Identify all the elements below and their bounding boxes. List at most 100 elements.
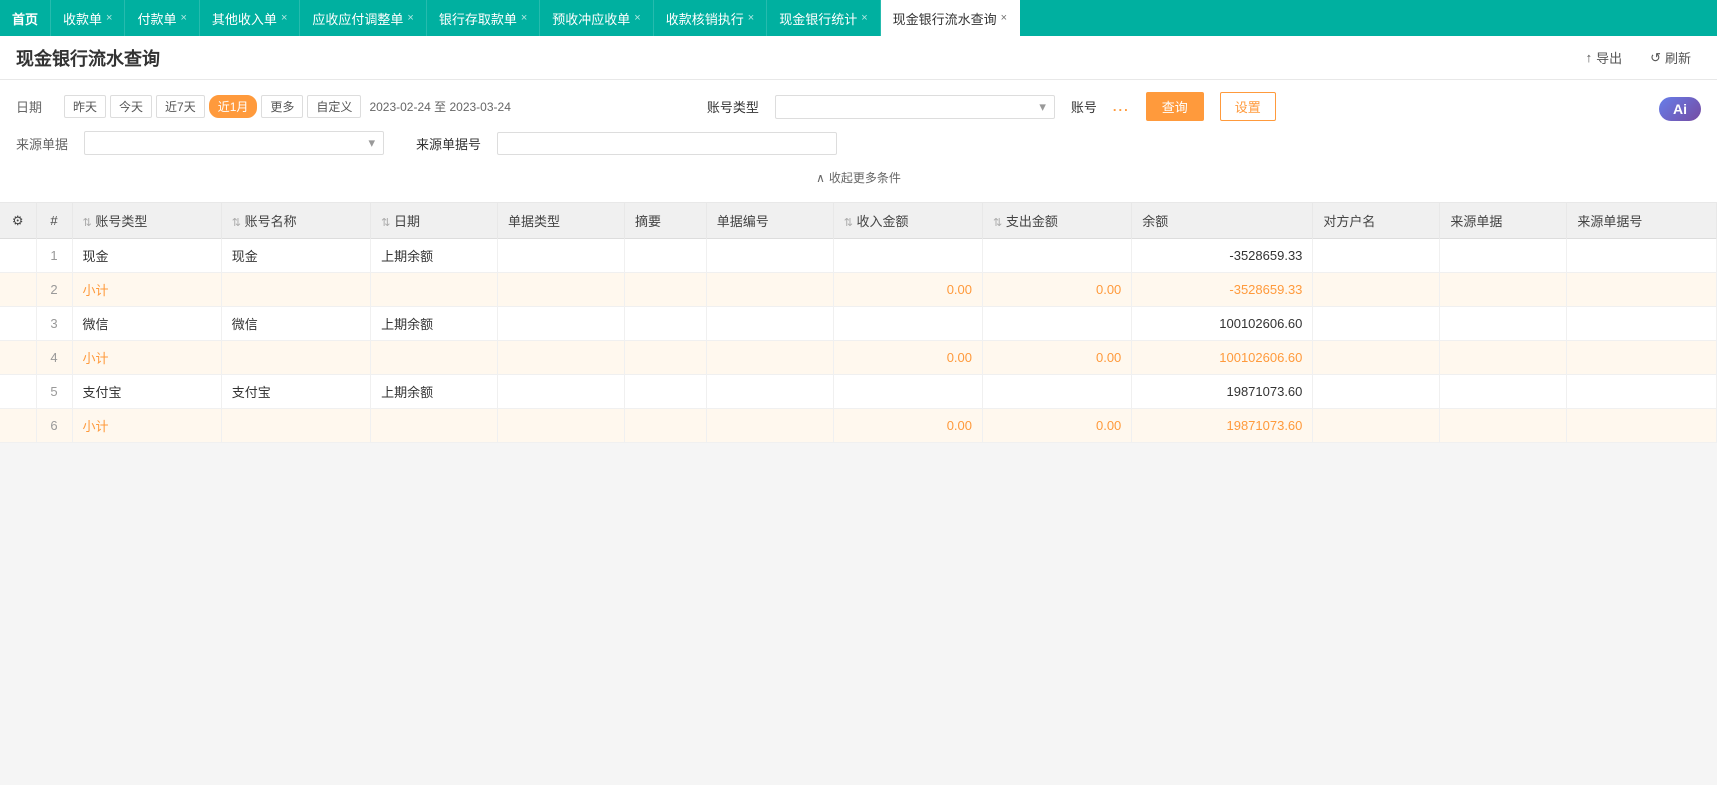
nav-item-home[interactable]: 首页 <box>0 0 51 36</box>
nav-label-cash-bank-flow: 现金银行流水查询 <box>893 9 997 28</box>
cell-source-doc <box>1440 307 1567 341</box>
cell-source-doc <box>1440 273 1567 307</box>
ai-badge[interactable]: Ai <box>1659 97 1701 121</box>
export-icon: ↑ <box>1586 50 1593 65</box>
cell-source-doc-no <box>1567 273 1717 307</box>
cell-source-doc <box>1440 409 1567 443</box>
nav-label-receipt-verify: 收款核销执行 <box>666 9 744 28</box>
column-account-type[interactable]: ⇅ 账号类型 <box>72 203 221 239</box>
cell-date <box>371 409 498 443</box>
source-doc-no-input[interactable] <box>497 132 837 155</box>
cell-doc-no <box>706 409 833 443</box>
cell-doc-type <box>498 375 625 409</box>
date-btn-yesterday[interactable]: 昨天 <box>64 95 106 118</box>
settings-button[interactable]: 设置 <box>1220 92 1276 121</box>
nav-item-receipt[interactable]: 收款单 × <box>51 0 125 36</box>
cell-expense: 0.00 <box>983 341 1132 375</box>
col-label-balance: 余额 <box>1142 214 1168 229</box>
top-nav: 首页 收款单 × 付款单 × 其他收入单 × 应收应付调整单 × 银行存取款单 … <box>0 0 1717 36</box>
cell-source-doc-no <box>1567 307 1717 341</box>
refresh-icon: ↺ <box>1650 50 1661 66</box>
cell-account-name <box>221 273 370 307</box>
close-icon-payment[interactable]: × <box>180 12 186 24</box>
date-btn-custom[interactable]: 自定义 <box>307 95 361 118</box>
cell-balance: 100102606.60 <box>1132 307 1313 341</box>
date-btn-today[interactable]: 今天 <box>110 95 152 118</box>
table-row: 4小计0.000.00100102606.60 <box>0 341 1717 375</box>
nav-item-cash-bank-flow[interactable]: 现金银行流水查询 × <box>881 0 1020 36</box>
cell-counterpart <box>1313 341 1440 375</box>
column-index: # <box>36 203 72 239</box>
col-label-date: 日期 <box>394 214 420 229</box>
nav-label-bank-deposit: 银行存取款单 <box>439 9 517 28</box>
export-button[interactable]: ↑ 导出 <box>1576 44 1633 71</box>
date-btn-7days[interactable]: 近7天 <box>156 95 205 118</box>
cell-gear <box>0 409 36 443</box>
cell-account-name: 微信 <box>221 307 370 341</box>
date-btn-more[interactable]: 更多 <box>261 95 303 118</box>
cell-doc-type <box>498 409 625 443</box>
col-label-doc-type: 单据类型 <box>508 214 560 229</box>
cell-doc-no <box>706 307 833 341</box>
col-label-summary: 摘要 <box>635 214 661 229</box>
cell-balance: 19871073.60 <box>1132 409 1313 443</box>
cell-income <box>833 307 982 341</box>
nav-label-prepay-offset: 预收冲应收单 <box>552 9 630 28</box>
date-btn-1month[interactable]: 近1月 <box>209 95 258 118</box>
collapse-button[interactable]: ∧ 收起更多条件 <box>812 165 905 190</box>
filter-row-source: 来源单据 ▾ 来源单据号 <box>16 131 1701 155</box>
source-doc-select[interactable]: ▾ <box>84 131 384 155</box>
sort-icon-income: ⇅ <box>844 217 853 229</box>
col-label-counterpart: 对方户名 <box>1323 214 1375 229</box>
cell-income: 0.00 <box>833 341 982 375</box>
close-icon-ar-ap-adjust[interactable]: × <box>407 12 413 24</box>
close-icon-prepay-offset[interactable]: × <box>634 12 640 24</box>
cell-gear <box>0 307 36 341</box>
table-row: 3微信微信上期余额100102606.60 <box>0 307 1717 341</box>
account-dots-button[interactable]: ... <box>1113 99 1130 114</box>
close-icon-receipt[interactable]: × <box>106 12 112 24</box>
column-income[interactable]: ⇅ 收入金额 <box>833 203 982 239</box>
nav-item-other-income[interactable]: 其他收入单 × <box>200 0 300 36</box>
nav-item-bank-deposit[interactable]: 银行存取款单 × <box>427 0 540 36</box>
close-icon-receipt-verify[interactable]: × <box>748 12 754 24</box>
nav-item-payment[interactable]: 付款单 × <box>125 0 199 36</box>
nav-item-ar-ap-adjust[interactable]: 应收应付调整单 × <box>300 0 426 36</box>
column-expense[interactable]: ⇅ 支出金额 <box>983 203 1132 239</box>
search-button[interactable]: 查询 <box>1146 92 1204 121</box>
nav-item-receipt-verify[interactable]: 收款核销执行 × <box>654 0 767 36</box>
account-type-select[interactable]: ▾ <box>775 95 1055 119</box>
column-source-doc-no: 来源单据号 <box>1567 203 1717 239</box>
page-title: 现金银行流水查询 <box>16 45 160 71</box>
column-date[interactable]: ⇅ 日期 <box>371 203 498 239</box>
nav-item-prepay-offset[interactable]: 预收冲应收单 × <box>540 0 653 36</box>
cell-doc-type <box>498 239 625 273</box>
cell-source-doc-no <box>1567 239 1717 273</box>
cell-index: 5 <box>36 375 72 409</box>
refresh-button[interactable]: ↺ 刷新 <box>1640 44 1701 71</box>
cell-counterpart <box>1313 273 1440 307</box>
date-label: 日期 <box>16 97 48 116</box>
close-icon-cash-bank-stat[interactable]: × <box>861 12 867 24</box>
nav-item-cash-bank-stat[interactable]: 现金银行统计 × <box>767 0 880 36</box>
refresh-label: 刷新 <box>1665 48 1691 67</box>
cell-income: 0.00 <box>833 273 982 307</box>
cell-summary <box>625 273 707 307</box>
table-header-row: ⚙ # ⇅ 账号类型 ⇅ 账号名称 ⇅ 日期 单据类型 <box>0 203 1717 239</box>
col-label-account-type: 账号类型 <box>95 214 147 229</box>
cell-source-doc-no <box>1567 409 1717 443</box>
cell-income: 0.00 <box>833 409 982 443</box>
close-icon-cash-bank-flow[interactable]: × <box>1001 12 1007 24</box>
cell-counterpart <box>1313 307 1440 341</box>
source-doc-label: 来源单据 <box>16 134 68 153</box>
cell-gear <box>0 239 36 273</box>
cell-doc-no <box>706 375 833 409</box>
column-counterpart: 对方户名 <box>1313 203 1440 239</box>
cell-gear <box>0 375 36 409</box>
cell-source-doc <box>1440 239 1567 273</box>
close-icon-bank-deposit[interactable]: × <box>521 12 527 24</box>
col-label-doc-no: 单据编号 <box>717 214 769 229</box>
close-icon-other-income[interactable]: × <box>281 12 287 24</box>
column-gear[interactable]: ⚙ <box>0 203 36 239</box>
column-account-name[interactable]: ⇅ 账号名称 <box>221 203 370 239</box>
